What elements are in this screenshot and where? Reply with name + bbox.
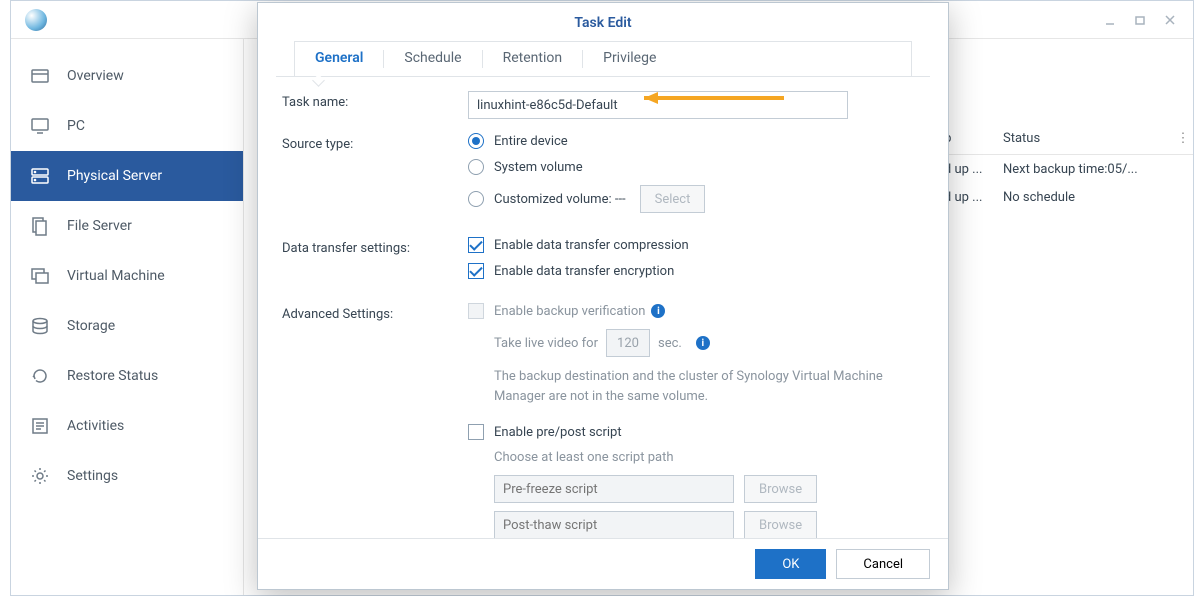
app-logo-icon (25, 9, 47, 31)
sidebar: Overview PC Physical Server File Server … (11, 39, 244, 595)
table-row[interactable]: ed up ... Next backup time:05/... (933, 155, 1193, 183)
gear-icon (29, 465, 51, 487)
checkbox-icon (468, 263, 484, 279)
info-icon[interactable]: i (696, 336, 710, 350)
restore-icon (29, 365, 51, 387)
close-button[interactable] (1155, 10, 1185, 30)
tab-retention[interactable]: Retention (483, 42, 583, 76)
info-icon[interactable]: i (651, 304, 665, 318)
file-server-icon (29, 215, 51, 237)
post-thaw-script-input (494, 511, 734, 538)
pre-freeze-script-input (494, 475, 734, 503)
sidebar-item-file-server[interactable]: File Server (11, 201, 243, 251)
sidebar-item-settings[interactable]: Settings (11, 451, 243, 501)
sidebar-item-label: Virtual Machine (67, 268, 165, 284)
label-data-transfer: Data transfer settings: (282, 237, 468, 256)
table-row[interactable]: ed up ... No schedule (933, 183, 1193, 211)
modal-body: Task name: Source type: Entire device Sy… (258, 77, 948, 538)
checkbox-pre-post-script[interactable]: Enable pre/post script (468, 424, 924, 440)
radio-icon (468, 159, 484, 175)
bg-col-header[interactable]: Status (993, 131, 1173, 146)
ok-button[interactable]: OK (755, 549, 826, 579)
checkbox-icon (468, 424, 484, 440)
sidebar-item-label: PC (67, 118, 85, 134)
sidebar-item-physical-server[interactable]: Physical Server (11, 151, 243, 201)
live-video-seconds-input (606, 329, 650, 357)
sidebar-item-label: Settings (67, 468, 118, 484)
server-icon (29, 165, 51, 187)
sidebar-item-label: Overview (67, 68, 124, 84)
sidebar-item-label: Activities (67, 418, 124, 434)
browse-post-button[interactable]: Browse (744, 511, 817, 538)
browse-pre-button[interactable]: Browse (744, 475, 817, 503)
modal-title: Task Edit (258, 3, 948, 41)
radio-icon (468, 133, 484, 149)
activities-icon (29, 415, 51, 437)
checkbox-compression[interactable]: Enable data transfer compression (468, 237, 924, 253)
sidebar-item-overview[interactable]: Overview (11, 51, 243, 101)
checkbox-encryption[interactable]: Enable data transfer encryption (468, 263, 924, 279)
sidebar-item-virtual-machine[interactable]: Virtual Machine (11, 251, 243, 301)
minimize-button[interactable] (1095, 10, 1125, 30)
tab-privilege[interactable]: Privilege (583, 42, 676, 76)
checkbox-icon (468, 303, 484, 319)
sidebar-item-restore-status[interactable]: Restore Status (11, 351, 243, 401)
select-volume-button[interactable]: Select (640, 185, 706, 213)
checkbox-icon (468, 237, 484, 253)
label-task-name: Task name: (282, 91, 468, 110)
overview-icon (29, 65, 51, 87)
sidebar-item-activities[interactable]: Activities (11, 401, 243, 451)
sidebar-item-storage[interactable]: Storage (11, 301, 243, 351)
pc-icon (29, 115, 51, 137)
cancel-button[interactable]: Cancel (836, 549, 930, 579)
vm-icon (29, 265, 51, 287)
checkbox-backup-verification: Enable backup verification i (468, 303, 924, 319)
sidebar-item-label: Physical Server (67, 168, 162, 184)
storage-icon (29, 315, 51, 337)
sidebar-item-label: Restore Status (67, 368, 158, 384)
radio-entire-device[interactable]: Entire device (468, 133, 924, 149)
maximize-button[interactable] (1125, 10, 1155, 30)
task-name-input[interactable] (468, 91, 848, 119)
sidebar-item-label: File Server (67, 218, 132, 234)
table-options-icon[interactable]: ⋮ (1173, 131, 1193, 146)
sidebar-item-label: Storage (67, 318, 115, 334)
label-source-type: Source type: (282, 133, 468, 152)
sidebar-item-pc[interactable]: PC (11, 101, 243, 151)
label-advanced: Advanced Settings: (282, 303, 468, 322)
script-path-note: Choose at least one script path (494, 450, 924, 465)
radio-customized-volume[interactable]: Customized volume: --- Select (468, 185, 924, 213)
radio-system-volume[interactable]: System volume (468, 159, 924, 175)
task-edit-modal: Task Edit General Schedule Retention Pri… (257, 2, 949, 590)
live-video-label: Take live video for (494, 336, 598, 351)
tab-schedule[interactable]: Schedule (384, 42, 481, 76)
tab-general[interactable]: General (295, 42, 383, 76)
destination-note: The backup destination and the cluster o… (494, 367, 894, 406)
background-table: up Status ⋮ ed up ... Next backup time:0… (933, 123, 1193, 211)
radio-icon (468, 191, 484, 207)
modal-footer: OK Cancel (258, 538, 948, 589)
